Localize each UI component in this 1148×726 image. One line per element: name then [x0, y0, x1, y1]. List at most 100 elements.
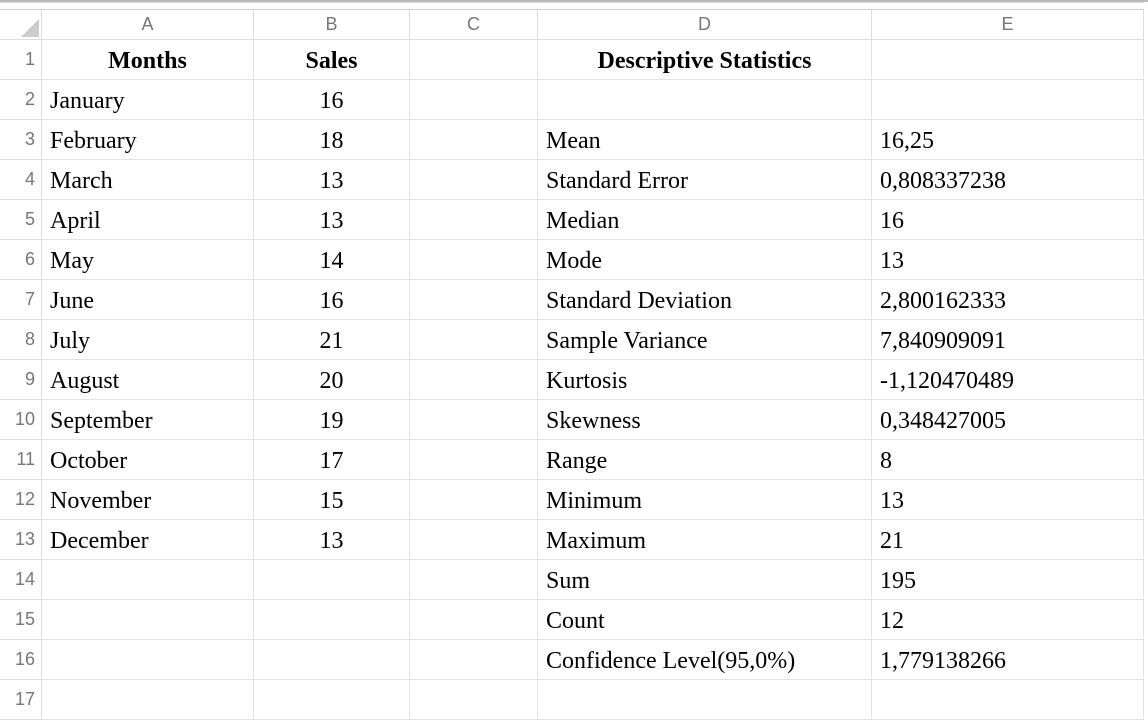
cell-A10[interactable]: September [42, 400, 254, 440]
cell-B1[interactable]: Sales [254, 40, 410, 80]
cell-D5[interactable]: Median [538, 200, 872, 240]
cell-B5[interactable]: 13 [254, 200, 410, 240]
cell-C6[interactable] [410, 240, 538, 280]
cell-C11[interactable] [410, 440, 538, 480]
cell-C14[interactable] [410, 560, 538, 600]
cell-C10[interactable] [410, 400, 538, 440]
cell-E12[interactable]: 13 [872, 480, 1144, 520]
row-header-9[interactable]: 9 [0, 360, 42, 400]
cell-B12[interactable]: 15 [254, 480, 410, 520]
cell-B17[interactable] [254, 680, 410, 720]
cell-B6[interactable]: 14 [254, 240, 410, 280]
cell-C15[interactable] [410, 600, 538, 640]
row-header-4[interactable]: 4 [0, 160, 42, 200]
cell-C2[interactable] [410, 80, 538, 120]
row-header-10[interactable]: 10 [0, 400, 42, 440]
row-header-11[interactable]: 11 [0, 440, 42, 480]
cell-D7[interactable]: Standard Deviation [538, 280, 872, 320]
row-header-12[interactable]: 12 [0, 480, 42, 520]
cell-E17[interactable] [872, 680, 1144, 720]
cell-E7[interactable]: 2,800162333 [872, 280, 1144, 320]
row-header-15[interactable]: 15 [0, 600, 42, 640]
cell-D3[interactable]: Mean [538, 120, 872, 160]
row-header-2[interactable]: 2 [0, 80, 42, 120]
cell-A4[interactable]: March [42, 160, 254, 200]
spreadsheet-grid[interactable]: ABCDE1MonthsSalesDescriptive Statistics2… [0, 0, 1148, 720]
cell-E14[interactable]: 195 [872, 560, 1144, 600]
cell-D14[interactable]: Sum [538, 560, 872, 600]
cell-C5[interactable] [410, 200, 538, 240]
row-header-8[interactable]: 8 [0, 320, 42, 360]
cell-B9[interactable]: 20 [254, 360, 410, 400]
cell-A2[interactable]: January [42, 80, 254, 120]
cell-D12[interactable]: Minimum [538, 480, 872, 520]
row-header-6[interactable]: 6 [0, 240, 42, 280]
column-header-c[interactable]: C [410, 10, 538, 40]
cell-E13[interactable]: 21 [872, 520, 1144, 560]
cell-D11[interactable]: Range [538, 440, 872, 480]
row-header-16[interactable]: 16 [0, 640, 42, 680]
cell-E2[interactable] [872, 80, 1144, 120]
cell-A12[interactable]: November [42, 480, 254, 520]
cell-C16[interactable] [410, 640, 538, 680]
column-header-e[interactable]: E [872, 10, 1144, 40]
cell-B3[interactable]: 18 [254, 120, 410, 160]
cell-A16[interactable] [42, 640, 254, 680]
cell-D10[interactable]: Skewness [538, 400, 872, 440]
row-header-1[interactable]: 1 [0, 40, 42, 80]
cell-B11[interactable]: 17 [254, 440, 410, 480]
row-header-17[interactable]: 17 [0, 680, 42, 720]
cell-B15[interactable] [254, 600, 410, 640]
cell-A6[interactable]: May [42, 240, 254, 280]
cell-B8[interactable]: 21 [254, 320, 410, 360]
cell-A14[interactable] [42, 560, 254, 600]
cell-D2[interactable] [538, 80, 872, 120]
cell-E8[interactable]: 7,840909091 [872, 320, 1144, 360]
cell-C1[interactable] [410, 40, 538, 80]
cell-A7[interactable]: June [42, 280, 254, 320]
cell-E9[interactable]: -1,120470489 [872, 360, 1144, 400]
cell-B10[interactable]: 19 [254, 400, 410, 440]
cell-B16[interactable] [254, 640, 410, 680]
cell-D1[interactable]: Descriptive Statistics [538, 40, 872, 80]
cell-E11[interactable]: 8 [872, 440, 1144, 480]
row-header-3[interactable]: 3 [0, 120, 42, 160]
cell-A9[interactable]: August [42, 360, 254, 400]
cell-B14[interactable] [254, 560, 410, 600]
cell-A3[interactable]: February [42, 120, 254, 160]
cell-A15[interactable] [42, 600, 254, 640]
cell-A11[interactable]: October [42, 440, 254, 480]
cell-E6[interactable]: 13 [872, 240, 1144, 280]
cell-C4[interactable] [410, 160, 538, 200]
cell-E1[interactable] [872, 40, 1144, 80]
cell-D9[interactable]: Kurtosis [538, 360, 872, 400]
cell-E15[interactable]: 12 [872, 600, 1144, 640]
cell-D15[interactable]: Count [538, 600, 872, 640]
cell-E4[interactable]: 0,808337238 [872, 160, 1144, 200]
cell-C8[interactable] [410, 320, 538, 360]
cell-E3[interactable]: 16,25 [872, 120, 1144, 160]
cell-E10[interactable]: 0,348427005 [872, 400, 1144, 440]
cell-C12[interactable] [410, 480, 538, 520]
select-all-corner[interactable] [0, 10, 42, 40]
cell-C3[interactable] [410, 120, 538, 160]
cell-A1[interactable]: Months [42, 40, 254, 80]
cell-C7[interactable] [410, 280, 538, 320]
column-header-d[interactable]: D [538, 10, 872, 40]
cell-B2[interactable]: 16 [254, 80, 410, 120]
cell-E16[interactable]: 1,779138266 [872, 640, 1144, 680]
cell-A5[interactable]: April [42, 200, 254, 240]
row-header-5[interactable]: 5 [0, 200, 42, 240]
cell-C17[interactable] [410, 680, 538, 720]
row-header-13[interactable]: 13 [0, 520, 42, 560]
cell-B13[interactable]: 13 [254, 520, 410, 560]
cell-C9[interactable] [410, 360, 538, 400]
cell-C13[interactable] [410, 520, 538, 560]
column-header-a[interactable]: A [42, 10, 254, 40]
cell-B7[interactable]: 16 [254, 280, 410, 320]
cell-B4[interactable]: 13 [254, 160, 410, 200]
row-header-7[interactable]: 7 [0, 280, 42, 320]
cell-D8[interactable]: Sample Variance [538, 320, 872, 360]
row-header-14[interactable]: 14 [0, 560, 42, 600]
cell-D13[interactable]: Maximum [538, 520, 872, 560]
